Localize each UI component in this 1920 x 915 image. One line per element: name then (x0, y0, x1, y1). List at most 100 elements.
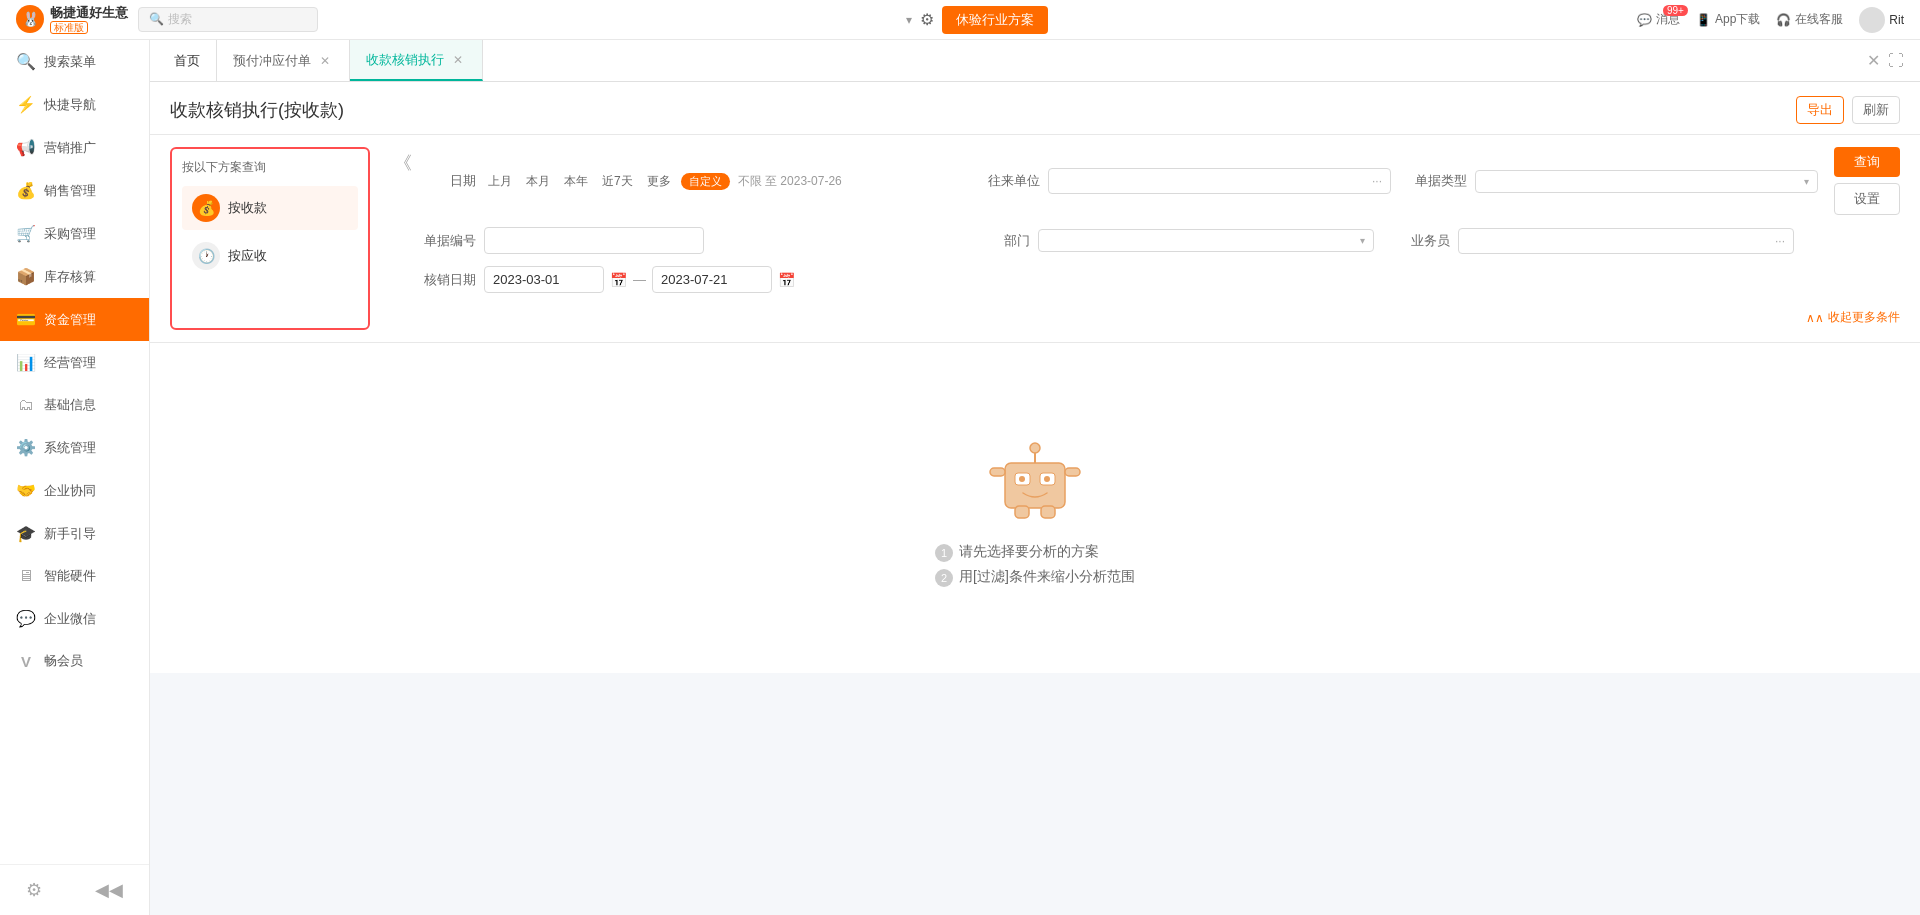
counterpart-input[interactable]: ··· (1048, 168, 1391, 194)
app-download-button[interactable]: 📱 App下载 (1696, 11, 1760, 28)
sidebar-item-inventory[interactable]: 📦 库存核算 (0, 255, 149, 298)
operations-icon: 📊 (16, 353, 36, 372)
by-receivable-icon: 🕐 (192, 242, 220, 270)
message-button[interactable]: 💬 消息 99+ (1637, 11, 1680, 28)
tab-home-label: 首页 (174, 52, 200, 70)
empty-step2: 2 用[过滤]条件来缩小分析范围 (935, 568, 1135, 587)
chevron-down-icon[interactable]: ▾ (906, 13, 912, 27)
user-name: Rit (1889, 13, 1904, 27)
brand-icon: 🐰 (16, 5, 44, 33)
collapse-sidebar-icon[interactable]: ◀◀ (89, 873, 129, 907)
svg-rect-6 (1065, 468, 1080, 476)
page-header: 收款核销执行(按收款) 导出 刷新 (150, 82, 1920, 135)
collapse-conditions-btn[interactable]: ∧∧ 收起更多条件 (416, 305, 1900, 330)
sidebar-item-guide[interactable]: 🎓 新手引导 (0, 512, 149, 555)
filter-row-3: 核销日期 📅 — 📅 (416, 266, 1900, 293)
content-area: 首页 预付冲应付单 ✕ 收款核销执行 ✕ ✕ ⛶ 收款核销执行(按收款) (150, 40, 1920, 915)
page-title: 收款核销执行(按收款) (170, 98, 344, 122)
more-date-btn[interactable]: 更多 (643, 171, 675, 192)
sidebar-item-funds[interactable]: 💳 资金管理 (0, 298, 149, 341)
tab-bar-actions: ✕ ⛶ (1867, 51, 1912, 70)
sidebar-item-cooperation[interactable]: 🤝 企业协同 (0, 469, 149, 512)
sidebar-item-marketing[interactable]: 📢 营销推广 (0, 126, 149, 169)
sidebar-label-funds: 资金管理 (44, 311, 96, 329)
last-month-btn[interactable]: 上月 (484, 171, 516, 192)
tab-prepay[interactable]: 预付冲应付单 ✕ (217, 40, 350, 81)
refresh-button[interactable]: 刷新 (1852, 96, 1900, 124)
top-bar-left: 🐰 畅捷通好生意 标准版 🔍 搜索 (16, 5, 318, 35)
this-month-btn[interactable]: 本月 (522, 171, 554, 192)
doc-type-select[interactable]: ▾ (1475, 170, 1818, 193)
svg-rect-7 (1015, 506, 1029, 518)
last-7days-btn[interactable]: 近7天 (598, 171, 637, 192)
sidebar-item-system[interactable]: ⚙️ 系统管理 (0, 426, 149, 469)
sidebar-item-quick-nav[interactable]: ⚡ 快捷导航 (0, 83, 149, 126)
close-tab-icon[interactable]: ✕ (1867, 51, 1880, 70)
sidebar-label-operations: 经营管理 (44, 354, 96, 372)
date-hint: 不限 至 2023-07-26 (738, 173, 842, 190)
filter-option-by-receivable[interactable]: 🕐 按应收 (182, 234, 358, 278)
sidebar-item-hardware[interactable]: 🖥 智能硬件 (0, 555, 149, 597)
this-year-btn[interactable]: 本年 (560, 171, 592, 192)
date-label: 日期 (416, 172, 476, 190)
search-icon: 🔍 (149, 12, 164, 26)
tab-collection-close[interactable]: ✕ (450, 52, 466, 68)
user-profile[interactable]: Rit (1859, 7, 1904, 33)
sidebar-bottom: ⚙ ◀◀ (0, 864, 149, 915)
date-field: 日期 上月 本月 本年 近7天 更多 自定义 不限 至 2023-07-26 (416, 171, 964, 192)
search-menu-icon: 🔍 (16, 52, 36, 71)
industry-button[interactable]: 休验行业方案 (942, 6, 1048, 34)
sidebar-item-purchase[interactable]: 🛒 采购管理 (0, 212, 149, 255)
verify-date-end-input[interactable] (652, 266, 772, 293)
sidebar-item-search[interactable]: 🔍 搜索菜单 (0, 40, 149, 83)
settings-bottom-icon[interactable]: ⚙ (20, 873, 48, 907)
query-settings-group: 查询 设置 (1834, 147, 1900, 215)
by-receipt-label: 按收款 (228, 199, 267, 217)
verify-date-start-input[interactable] (484, 266, 604, 293)
sidebar-item-sales[interactable]: 💰 销售管理 (0, 169, 149, 212)
online-service-button[interactable]: 🎧 在线客服 (1776, 11, 1843, 28)
cooperation-icon: 🤝 (16, 481, 36, 500)
export-button[interactable]: 导出 (1796, 96, 1844, 124)
filter-panel: 按以下方案查询 💰 按收款 🕐 按应收 《 (150, 135, 1920, 343)
empty-text: 1 请先选择要分析的方案 2 用[过滤]条件来缩小分析范围 (935, 543, 1135, 593)
top-bar: 🐰 畅捷通好生意 标准版 🔍 搜索 ▾ ⚙ 休验行业方案 💬 消息 99+ 📱 … (0, 0, 1920, 40)
member-icon: V (16, 653, 36, 670)
collapse-filter-icon[interactable]: 《 (390, 147, 416, 179)
collapse-conditions-label: 收起更多条件 (1828, 309, 1900, 326)
settings-button[interactable]: 设置 (1834, 183, 1900, 215)
sidebar-label-system: 系统管理 (44, 439, 96, 457)
date-separator: — (633, 272, 646, 287)
tab-prepay-close[interactable]: ✕ (317, 53, 333, 69)
staff-input[interactable]: ··· (1458, 228, 1794, 254)
svg-point-3 (1019, 476, 1025, 482)
verify-date-start-calendar-icon[interactable]: 📅 (610, 272, 627, 288)
gear-icon[interactable]: ⚙ (920, 10, 934, 29)
purchase-icon: 🛒 (16, 224, 36, 243)
sidebar-item-basics[interactable]: 🗂 基础信息 (0, 384, 149, 426)
verify-date-end-calendar-icon[interactable]: 📅 (778, 272, 795, 288)
dept-field: 部门 ▾ (970, 229, 1374, 252)
sidebar-item-operations[interactable]: 📊 经营管理 (0, 341, 149, 384)
svg-point-10 (1030, 443, 1040, 453)
filter-option-by-receipt[interactable]: 💰 按收款 (182, 186, 358, 230)
basics-icon: 🗂 (16, 396, 36, 414)
query-button[interactable]: 查询 (1834, 147, 1900, 177)
tab-collection[interactable]: 收款核销执行 ✕ (350, 40, 483, 81)
sidebar-label-member: 畅会员 (44, 652, 83, 670)
guide-icon: 🎓 (16, 524, 36, 543)
svg-rect-0 (1005, 463, 1065, 508)
by-receivable-label: 按应收 (228, 247, 267, 265)
custom-date-badge[interactable]: 自定义 (681, 173, 730, 190)
doc-no-input[interactable] (484, 227, 704, 254)
dept-label: 部门 (970, 232, 1030, 250)
sidebar-label-sales: 销售管理 (44, 182, 96, 200)
tab-home[interactable]: 首页 (158, 40, 217, 81)
tab-collection-label: 收款核销执行 (366, 51, 444, 69)
expand-tab-icon[interactable]: ⛶ (1888, 52, 1904, 70)
doc-type-label: 单据类型 (1407, 172, 1467, 190)
hardware-icon: 🖥 (16, 567, 36, 585)
dept-select[interactable]: ▾ (1038, 229, 1374, 252)
sidebar-item-wechat[interactable]: 💬 企业微信 (0, 597, 149, 640)
sidebar-item-member[interactable]: V 畅会员 (0, 640, 149, 682)
